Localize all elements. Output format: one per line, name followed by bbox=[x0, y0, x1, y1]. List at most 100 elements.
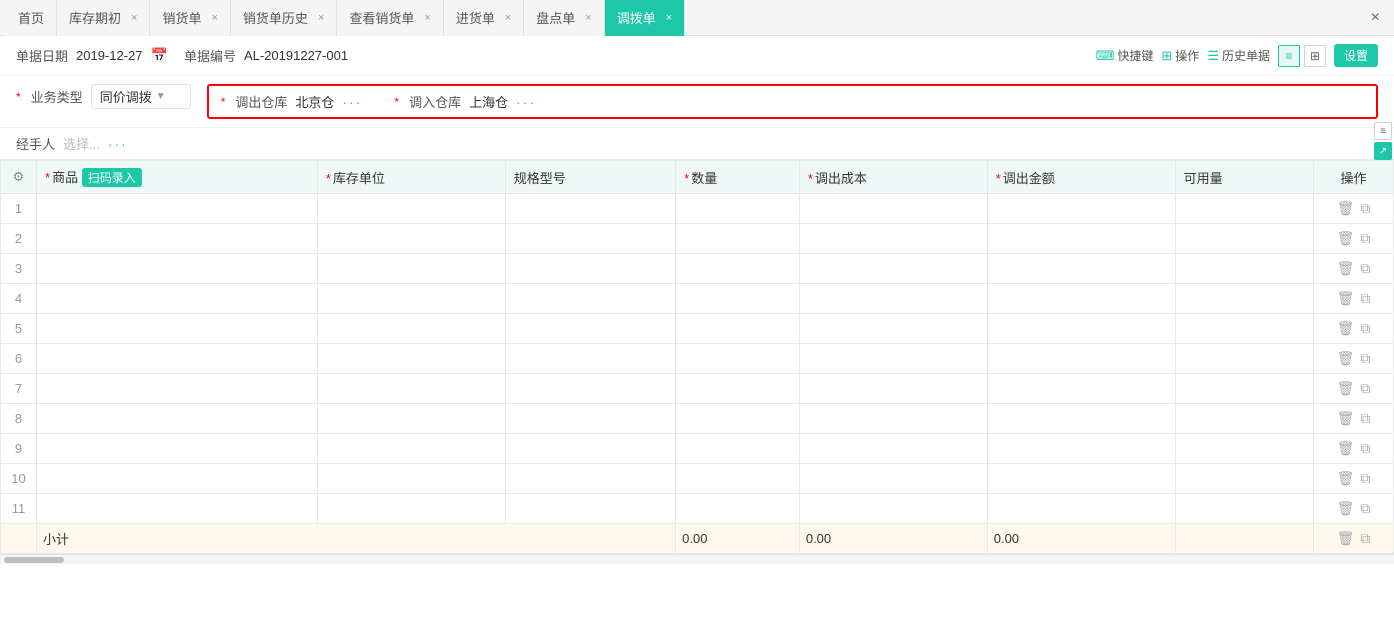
biz-type-required: * bbox=[16, 90, 21, 104]
delete-icon[interactable]: 🗑 bbox=[1337, 410, 1355, 427]
delete-icon[interactable]: 🗑 bbox=[1337, 440, 1355, 457]
grid-icon: ⊞ bbox=[1161, 48, 1172, 64]
person-more-button[interactable]: ··· bbox=[108, 136, 128, 152]
delete-icon[interactable]: 🗑 bbox=[1337, 530, 1355, 547]
out-warehouse-required: * bbox=[221, 95, 226, 109]
history-button[interactable]: ☰ 历史单据 bbox=[1207, 47, 1270, 64]
tab-sales-history[interactable]: 销货单历史 × bbox=[231, 0, 337, 36]
sidebar-note-button[interactable]: ≡ bbox=[1374, 122, 1392, 140]
in-warehouse-value: 上海仓 bbox=[469, 92, 508, 111]
available-cell[interactable] bbox=[1175, 194, 1313, 224]
scan-barcode-button[interactable]: 扫码录入 bbox=[82, 168, 142, 187]
spec-cell[interactable] bbox=[505, 194, 675, 224]
product-cell[interactable] bbox=[37, 224, 318, 254]
setting-button[interactable]: 设置 bbox=[1334, 44, 1378, 67]
delete-icon[interactable]: 🗑 bbox=[1337, 380, 1355, 397]
delete-icon[interactable]: 🗑 bbox=[1337, 470, 1355, 487]
doc-no-label: 单据编号 bbox=[184, 46, 236, 65]
tab-close-purchase-order[interactable]: × bbox=[505, 12, 511, 24]
th-amount: *调出金额 bbox=[987, 161, 1175, 194]
layout-list-icon[interactable]: ≡ bbox=[1278, 45, 1300, 67]
tab-purchase-order[interactable]: 进货单 × bbox=[444, 0, 524, 36]
table-row: 7 🗑⧉ bbox=[1, 374, 1394, 404]
layout-grid-icon[interactable]: ⊞ bbox=[1304, 45, 1326, 67]
delete-icon[interactable]: 🗑 bbox=[1337, 500, 1355, 517]
tab-inventory-init[interactable]: 库存期初 × bbox=[57, 0, 150, 36]
copy-icon[interactable]: ⧉ bbox=[1360, 350, 1370, 367]
copy-icon[interactable]: ⧉ bbox=[1360, 290, 1370, 307]
delete-icon[interactable]: 🗑 bbox=[1337, 320, 1355, 337]
tab-transfer-order[interactable]: 调拨单 × bbox=[605, 0, 685, 36]
form-area: * 业务类型 同价调拨 ▼ * 调出仓库 北京仓 ··· * 调入仓库 上海仓 … bbox=[0, 76, 1394, 128]
tab-close-sales-history[interactable]: × bbox=[318, 12, 324, 24]
keyboard-icon: ⌨ bbox=[1096, 48, 1115, 64]
th-product: *商品 扫码录入 bbox=[37, 161, 318, 194]
person-select[interactable]: 选择... bbox=[63, 134, 100, 153]
shortcuts-button[interactable]: ⌨ 快捷键 bbox=[1096, 47, 1154, 64]
delete-icon[interactable]: 🗑 bbox=[1337, 350, 1355, 367]
tab-close-view-sales[interactable]: × bbox=[424, 12, 430, 24]
th-spec: 规格型号 bbox=[505, 161, 675, 194]
window-close-button[interactable]: × bbox=[1357, 0, 1394, 36]
unit-cell[interactable] bbox=[317, 194, 505, 224]
copy-icon[interactable]: ⧉ bbox=[1360, 260, 1370, 277]
copy-icon[interactable]: ⧉ bbox=[1360, 440, 1370, 457]
biz-type-arrow: ▼ bbox=[156, 91, 166, 102]
table-row: 10 🗑⧉ bbox=[1, 464, 1394, 494]
table-row: 4 🗑⧉ bbox=[1, 284, 1394, 314]
amount-cell[interactable] bbox=[987, 224, 1175, 254]
in-warehouse-more-button[interactable]: ··· bbox=[516, 94, 536, 110]
unit-cell[interactable] bbox=[317, 224, 505, 254]
person-label: 经手人 bbox=[16, 134, 55, 153]
tab-view-sales[interactable]: 查看销货单 × bbox=[337, 0, 443, 36]
copy-icon[interactable]: ⧉ bbox=[1360, 470, 1370, 487]
th-gear[interactable]: ⚙ bbox=[1, 161, 37, 194]
copy-icon[interactable]: ⧉ bbox=[1360, 200, 1370, 217]
table-row: 1 🗑 ⧉ bbox=[1, 194, 1394, 224]
delete-icon[interactable]: 🗑 bbox=[1337, 260, 1355, 277]
tab-home[interactable]: 首页 bbox=[4, 0, 57, 36]
out-warehouse-more-button[interactable]: ··· bbox=[342, 94, 362, 110]
tab-close-inventory-check[interactable]: × bbox=[585, 12, 591, 24]
sidebar-expand-button[interactable]: ↗ bbox=[1374, 142, 1392, 160]
copy-icon[interactable]: ⧉ bbox=[1360, 530, 1370, 547]
date-value: 2019-12-27 bbox=[76, 48, 143, 63]
in-warehouse-section: * 调入仓库 上海仓 ··· bbox=[394, 92, 536, 111]
delete-icon[interactable]: 🗑 bbox=[1337, 290, 1355, 307]
in-warehouse-label: 调入仓库 bbox=[409, 92, 461, 111]
spec-cell[interactable] bbox=[505, 224, 675, 254]
copy-icon[interactable]: ⧉ bbox=[1360, 410, 1370, 427]
calendar-icon[interactable]: 📅 bbox=[151, 47, 168, 64]
delete-icon[interactable]: 🗑 bbox=[1337, 230, 1355, 247]
tab-close-sales-order[interactable]: × bbox=[211, 12, 217, 24]
tab-close-inventory-init[interactable]: × bbox=[131, 12, 137, 24]
table-row: 9 🗑⧉ bbox=[1, 434, 1394, 464]
table-row: 6 🗑⧉ bbox=[1, 344, 1394, 374]
copy-icon[interactable]: ⧉ bbox=[1360, 230, 1370, 247]
biz-type-section: * 业务类型 同价调拨 ▼ bbox=[16, 84, 191, 109]
out-warehouse-label: 调出仓库 bbox=[235, 92, 287, 111]
tab-inventory-check[interactable]: 盘点单 × bbox=[524, 0, 604, 36]
copy-icon[interactable]: ⧉ bbox=[1360, 320, 1370, 337]
product-cell[interactable] bbox=[37, 194, 318, 224]
available-cell[interactable] bbox=[1175, 224, 1313, 254]
tab-close-transfer-order[interactable]: × bbox=[666, 12, 672, 24]
cost-cell[interactable] bbox=[799, 194, 987, 224]
amount-cell[interactable] bbox=[987, 194, 1175, 224]
cost-cell[interactable] bbox=[799, 224, 987, 254]
delete-icon[interactable]: 🗑 bbox=[1337, 200, 1355, 217]
out-warehouse-value: 北京仓 bbox=[295, 92, 334, 111]
layout-toggle: ≡ ⊞ bbox=[1278, 45, 1326, 67]
operations-button[interactable]: ⊞ 操作 bbox=[1161, 47, 1199, 64]
qty-cell[interactable] bbox=[676, 194, 800, 224]
biz-type-select[interactable]: 同价调拨 ▼ bbox=[91, 84, 191, 109]
tab-sales-order[interactable]: 销货单 × bbox=[150, 0, 230, 36]
date-label: 单据日期 bbox=[16, 46, 68, 65]
history-icon: ☰ bbox=[1207, 48, 1219, 64]
copy-icon[interactable]: ⧉ bbox=[1360, 380, 1370, 397]
biz-type-value: 同价调拨 bbox=[100, 87, 152, 106]
copy-icon[interactable]: ⧉ bbox=[1360, 500, 1370, 517]
horizontal-scrollbar[interactable] bbox=[0, 554, 1394, 564]
qty-cell[interactable] bbox=[676, 224, 800, 254]
subtotal-amount: 0.00 bbox=[987, 524, 1175, 554]
